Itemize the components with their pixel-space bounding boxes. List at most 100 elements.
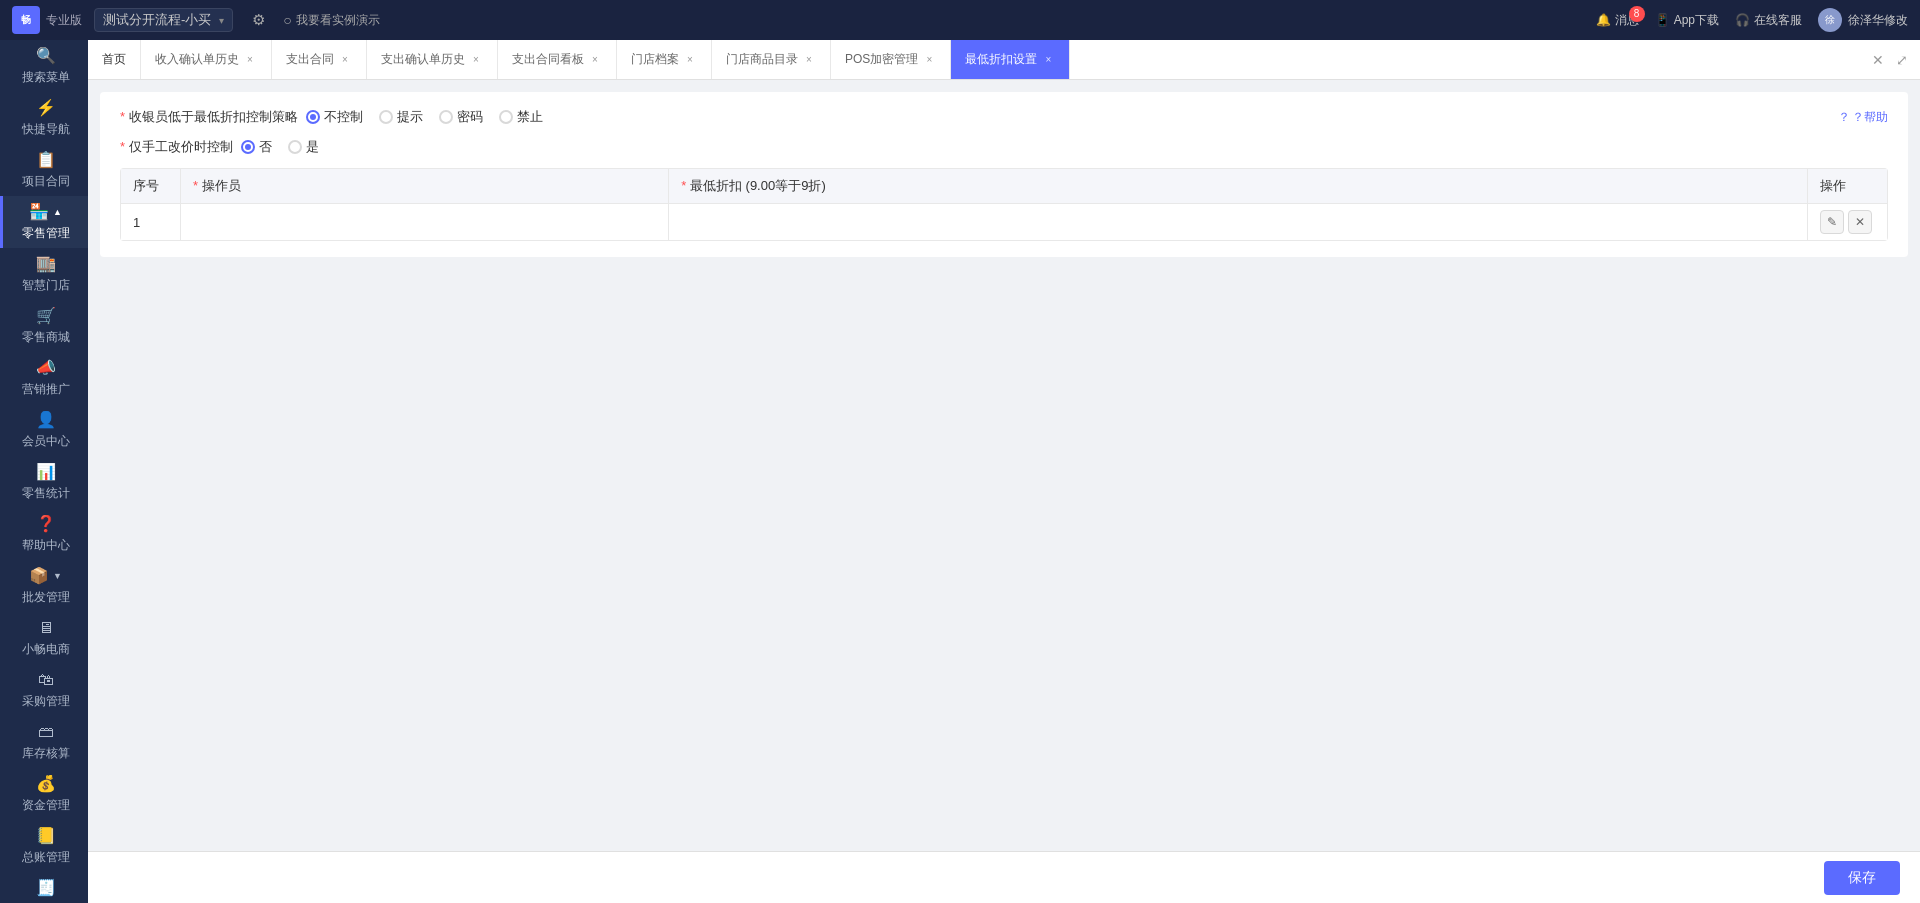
manual-price-radio-group: 否 是 <box>241 138 319 156</box>
footer-bar: 保存 <box>88 851 1920 903</box>
sidebar-label-project: 项目合同 <box>22 173 70 190</box>
radio-password-label: 密码 <box>457 108 483 126</box>
tab-income-confirm[interactable]: 收入确认单历史 × <box>141 40 272 79</box>
finance-icon: 💰 <box>36 774 56 793</box>
tab-store-goods-close[interactable]: × <box>802 53 816 67</box>
tab-store-goods[interactable]: 门店商品目录 × <box>712 40 831 79</box>
sidebar-item-purchase[interactable]: 🛍 采购管理 <box>0 664 88 716</box>
sidebar-item-smart-store[interactable]: 🏬 智慧门店 <box>0 248 88 300</box>
tab-payment-contract-close[interactable]: × <box>338 53 352 67</box>
radio-manual-no-label: 否 <box>259 138 272 156</box>
sidebar-label-search: 搜索菜单 <box>22 69 70 86</box>
tab-pos-manage[interactable]: POS加密管理 × <box>831 40 951 79</box>
radio-password[interactable]: 密码 <box>439 108 483 126</box>
manual-price-label: 仅手工改价时控制 <box>120 138 233 156</box>
sidebar-label-ledger: 总账管理 <box>22 849 70 866</box>
sidebar-item-ledger[interactable]: 📒 总账管理 <box>0 820 88 872</box>
user-menu[interactable]: 徐 徐泽华修改 <box>1818 8 1908 32</box>
edit-row-button[interactable]: ✎ <box>1820 210 1844 234</box>
sidebar-item-retail-mall[interactable]: 🛒 零售商城 <box>0 300 88 352</box>
retail-stats-icon: 📊 <box>36 462 56 481</box>
sidebar-item-search[interactable]: 🔍 搜索菜单 <box>0 40 88 92</box>
tab-payment-confirm-close[interactable]: × <box>469 53 483 67</box>
sidebar-item-invoice[interactable]: 🧾 发票管理 <box>0 872 88 903</box>
demo-button[interactable]: ○ 我要看实例演示 <box>283 12 379 29</box>
sidebar-item-wholesale[interactable]: 📦 ▼ 批发管理 <box>0 560 88 612</box>
tab-pos-manage-close[interactable]: × <box>922 53 936 67</box>
help-icon: ❓ <box>36 514 56 533</box>
sidebar-label-marketing: 营销推广 <box>22 381 70 398</box>
search-icon: 🔍 <box>36 46 56 65</box>
sidebar-label-help: 帮助中心 <box>22 537 70 554</box>
smart-store-icon: 🏬 <box>36 254 56 273</box>
sidebar-item-ecommerce[interactable]: 🖥 小畅电商 <box>0 612 88 664</box>
sidebar-item-finance[interactable]: 💰 资金管理 <box>0 768 88 820</box>
sidebar-item-inventory[interactable]: 🗃 库存核算 <box>0 716 88 768</box>
tab-payment-confirm[interactable]: 支出确认单历史 × <box>367 40 498 79</box>
messages-button[interactable]: 🔔 消息 8 <box>1596 12 1639 29</box>
app-logo: 畅 专业版 <box>12 6 82 34</box>
tab-payment-contract[interactable]: 支出合同 × <box>272 40 367 79</box>
manual-price-row: 仅手工改价时控制 否 是 <box>120 138 1888 156</box>
radio-no-control[interactable]: 不控制 <box>306 108 363 126</box>
close-tab-icon[interactable]: ✕ <box>1868 50 1888 70</box>
radio-hint-label: 提示 <box>397 108 423 126</box>
sidebar-item-retail[interactable]: 🏪 ▲ 零售管理 <box>0 196 88 248</box>
sidebar-label-smart-store: 智慧门店 <box>22 277 70 294</box>
col-operator: 操作员 <box>181 169 669 204</box>
settings-icon[interactable]: ⚙ <box>245 7 271 33</box>
tab-store-file[interactable]: 门店档案 × <box>617 40 712 79</box>
tab-store-file-close[interactable]: × <box>683 53 697 67</box>
radio-manual-yes[interactable]: 是 <box>288 138 319 156</box>
tab-store-file-label: 门店档案 <box>631 51 679 68</box>
tab-payment-board-close[interactable]: × <box>588 53 602 67</box>
radio-forbid[interactable]: 禁止 <box>499 108 543 126</box>
help-link[interactable]: ？ ？帮助 <box>1838 109 1888 126</box>
sidebar-item-marketing[interactable]: 📣 营销推广 <box>0 352 88 404</box>
ecommerce-icon: 🖥 <box>38 619 54 637</box>
tab-income-confirm-label: 收入确认单历史 <box>155 51 239 68</box>
radio-hint[interactable]: 提示 <box>379 108 423 126</box>
sidebar-item-help[interactable]: ❓ 帮助中心 <box>0 508 88 560</box>
sidebar-item-member[interactable]: 👤 会员中心 <box>0 404 88 456</box>
sidebar-item-project[interactable]: 📋 项目合同 <box>0 144 88 196</box>
tab-min-discount[interactable]: 最低折扣设置 × <box>951 40 1070 79</box>
sidebar-label-finance: 资金管理 <box>22 797 70 814</box>
project-arrow-icon: ▾ <box>219 15 224 26</box>
cell-actions: ✎ ✕ <box>1808 204 1888 241</box>
maximize-icon[interactable]: ⤢ <box>1892 50 1912 70</box>
wholesale-icon: 📦 <box>29 566 49 585</box>
radio-manual-no[interactable]: 否 <box>241 138 272 156</box>
discount-table-wrapper: 序号 操作员 最低折扣 (9.00等于9折) 操作 1 <box>120 168 1888 241</box>
project-selector[interactable]: 测试分开流程-小买 ▾ <box>94 8 233 32</box>
discount-strategy-radio-group: 不控制 提示 密码 禁止 <box>306 108 543 126</box>
project-icon: 📋 <box>36 150 56 169</box>
wholesale-arrow-icon: ▼ <box>53 571 62 581</box>
sidebar-item-quicknav[interactable]: ⚡ 快捷导航 <box>0 92 88 144</box>
tab-min-discount-close[interactable]: × <box>1041 53 1055 67</box>
radio-forbid-circle <box>499 110 513 124</box>
radio-manual-yes-circle <box>288 140 302 154</box>
app-download-button[interactable]: 📱 App下载 <box>1655 12 1719 29</box>
tabbar: 首页 收入确认单历史 × 支出合同 × 支出确认单历史 × 支出合同看板 × 门… <box>88 40 1920 80</box>
tab-home[interactable]: 首页 <box>88 40 141 79</box>
save-button[interactable]: 保存 <box>1824 861 1900 895</box>
cell-operator <box>181 204 669 241</box>
tab-payment-board[interactable]: 支出合同看板 × <box>498 40 617 79</box>
sidebar-label-quicknav: 快捷导航 <box>22 121 70 138</box>
help-question-icon: ？ <box>1838 109 1850 126</box>
radio-hint-circle <box>379 110 393 124</box>
tab-pos-manage-label: POS加密管理 <box>845 51 918 68</box>
online-service-button[interactable]: 🎧 在线客服 <box>1735 12 1802 29</box>
tab-payment-board-label: 支出合同看板 <box>512 51 584 68</box>
delete-row-button[interactable]: ✕ <box>1848 210 1872 234</box>
radio-manual-no-circle <box>241 140 255 154</box>
user-name: 徐泽华修改 <box>1848 12 1908 29</box>
tab-home-label: 首页 <box>102 51 126 68</box>
retail-arrow-icon: ▲ <box>53 207 62 217</box>
tab-income-confirm-close[interactable]: × <box>243 53 257 67</box>
radio-forbid-label: 禁止 <box>517 108 543 126</box>
content-area: 首页 收入确认单历史 × 支出合同 × 支出确认单历史 × 支出合同看板 × 门… <box>88 40 1920 903</box>
play-icon: ○ <box>283 12 291 28</box>
sidebar-item-retail-stats[interactable]: 📊 零售统计 <box>0 456 88 508</box>
